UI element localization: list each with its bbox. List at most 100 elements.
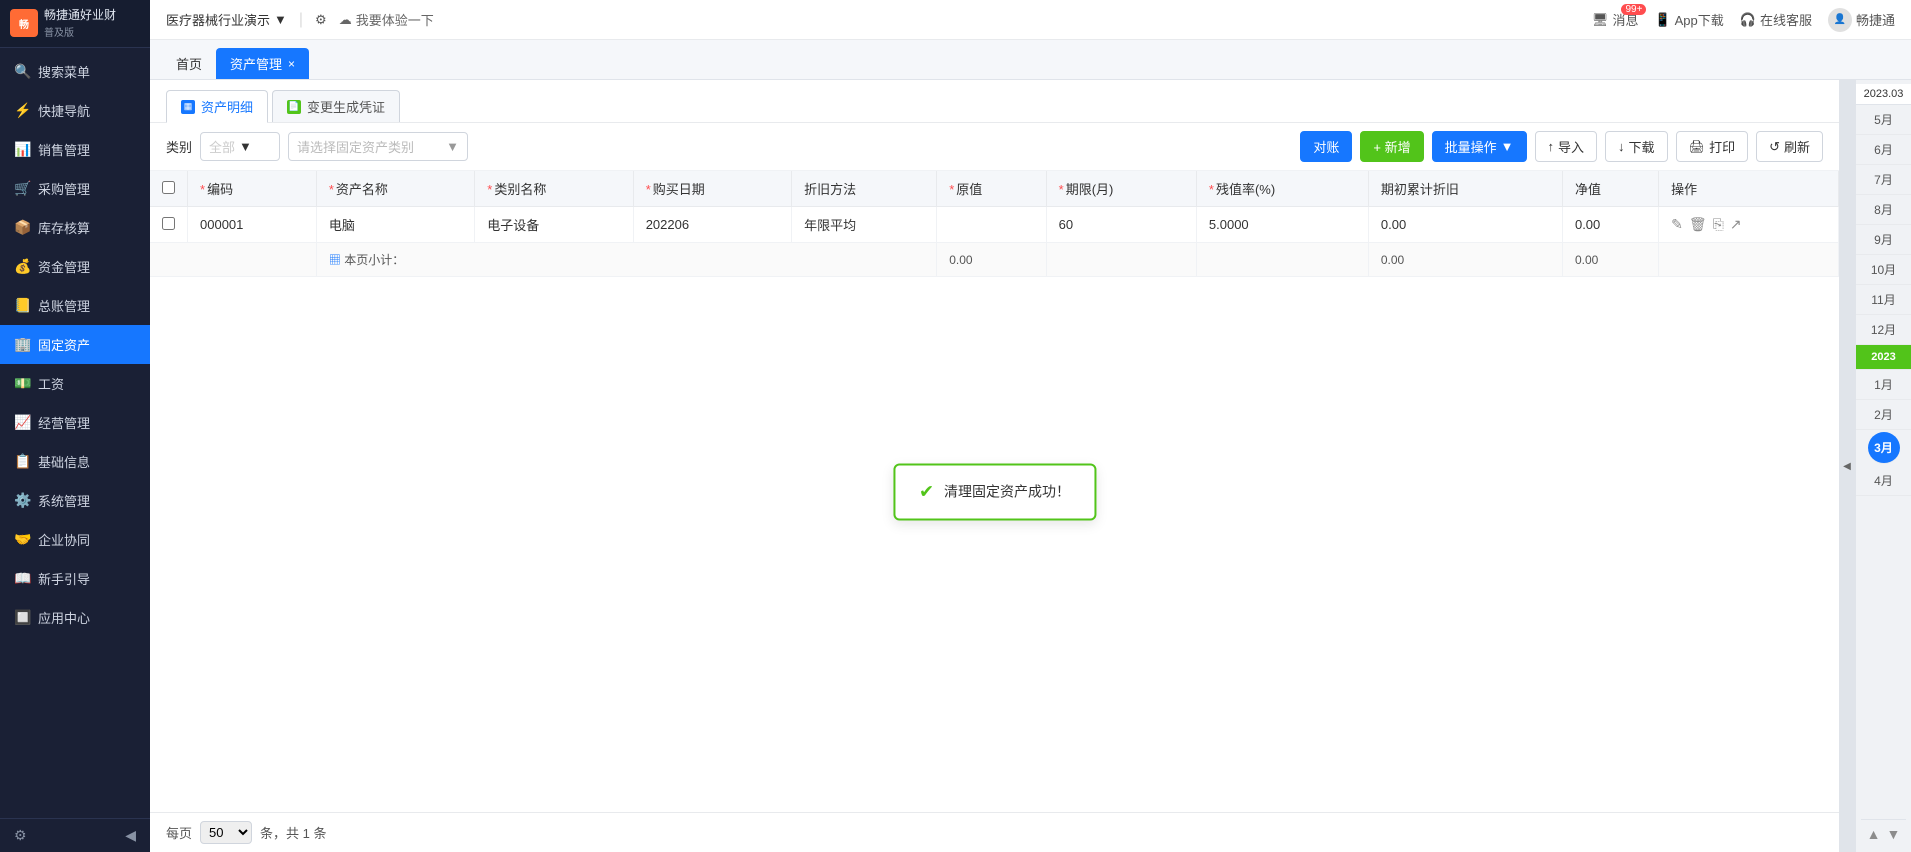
row-original-value <box>937 207 1046 243</box>
cal-month-1月[interactable]: 1月 <box>1856 370 1911 400</box>
row-purchase-date: 202206 <box>633 207 791 243</box>
cal-up-icon[interactable]: ▲ <box>1867 826 1881 842</box>
new-button[interactable]: + 新增 <box>1360 131 1423 162</box>
sidebar-item-sales[interactable]: 📊销售管理 <box>0 130 150 169</box>
category-filter-select[interactable]: 全部 ▼ <box>200 132 280 161</box>
copy-row-button[interactable]: ⎘ <box>1713 216 1724 233</box>
sidebar-nav: 🔍搜索菜单 ⚡ 快捷导航 📊销售管理🛒采购管理 📦 库存核算 💰资金管理📒总账管理🏢固定资产… <box>0 48 150 818</box>
edit-row-button[interactable]: ✎ <box>1671 216 1683 233</box>
calendar-bottom: ▲ ▼ <box>1861 819 1907 848</box>
search-dropdown-icon: ▼ <box>446 139 459 154</box>
voucher-icon: 📄 <box>287 100 301 114</box>
sidebar-label-search: 搜索菜单 <box>38 62 90 81</box>
toast-success-icon: ✔ <box>919 481 934 502</box>
delete-row-button[interactable]: 🗑 <box>1689 216 1707 233</box>
cal-month-6月[interactable]: 6月 <box>1856 135 1911 165</box>
settings-action[interactable]: ⚙ <box>315 12 327 28</box>
sidebar-item-fixed-assets[interactable]: 🏢固定资产 <box>0 325 150 364</box>
batch-button[interactable]: 批量操作 ▼ <box>1432 131 1527 162</box>
app-download-action[interactable]: 📱 App下载 <box>1654 10 1723 29</box>
company-selector[interactable]: 医疗器械行业演示 ▼ <box>166 10 287 29</box>
select-all-checkbox[interactable] <box>162 181 175 194</box>
sidebar-item-guide[interactable]: 📖新手引导 <box>0 559 150 598</box>
assets-table: *编码 *资产名称 *类别名称 *购买日期 折旧方法 *原值 *期限(月) *残… <box>150 171 1839 277</box>
inventory-icon: 📦 <box>14 219 30 236</box>
guide-icon: 📖 <box>14 570 30 587</box>
right-panel: 2023.03 5月6月7月8月9月10月11月12月20231月2月3月4月 … <box>1855 80 1911 852</box>
cal-month-9月[interactable]: 9月 <box>1856 225 1911 255</box>
tab-home[interactable]: 首页 <box>166 48 212 79</box>
sidebar-label-enterprise: 企业协同 <box>38 530 90 549</box>
panel-toggle[interactable]: ◀ <box>1839 80 1855 852</box>
customer-service-label: 在线客服 <box>1760 10 1812 29</box>
th-initial-depreciation: 期初累计折旧 <box>1368 171 1562 207</box>
category-search-input[interactable]: 请选择固定资产类别 ▼ <box>288 132 468 161</box>
category-dropdown-icon: ▼ <box>239 139 252 154</box>
import-icon: ↑ <box>1548 139 1555 154</box>
message-action[interactable]: 🖥 消息 99+ <box>1592 10 1639 29</box>
cal-month-2月[interactable]: 2月 <box>1856 400 1911 430</box>
sidebar-item-payroll[interactable]: 💵工资 <box>0 364 150 403</box>
subtotal-empty <box>150 243 316 277</box>
tabbar: 首页 资产管理 × <box>150 40 1911 80</box>
th-code: *编码 <box>188 171 317 207</box>
sidebar-item-inventory[interactable]: 📦 库存核算 <box>0 208 150 247</box>
sidebar-item-quick-nav[interactable]: ⚡ 快捷导航 <box>0 91 150 130</box>
sidebar-item-purchase[interactable]: 🛒采购管理 <box>0 169 150 208</box>
tab-close-icon[interactable]: × <box>288 57 295 71</box>
sidebar-item-app-center[interactable]: 🔲应用中心 <box>0 598 150 637</box>
subtotal-actions <box>1659 243 1839 277</box>
print-button[interactable]: 🖨 打印 <box>1676 131 1749 162</box>
table-header-row: *编码 *资产名称 *类别名称 *购买日期 折旧方法 *原值 *期限(月) *残… <box>150 171 1839 207</box>
cal-month-8月[interactable]: 8月 <box>1856 195 1911 225</box>
sidebar-item-search[interactable]: 🔍搜索菜单 <box>0 52 150 91</box>
quick-nav-icon: ⚡ <box>14 102 30 119</box>
more-row-button[interactable]: ↗ <box>1730 216 1742 233</box>
experience-icon: ☁ <box>339 12 352 28</box>
settings-icon[interactable]: ⚙ <box>14 827 27 844</box>
cal-month-7月[interactable]: 7月 <box>1856 165 1911 195</box>
row-checkbox[interactable] <box>162 217 175 230</box>
cal-month-10月[interactable]: 10月 <box>1856 255 1911 285</box>
sidebar-item-operations[interactable]: 📈经营管理 <box>0 403 150 442</box>
sidebar-item-basic-info[interactable]: 📋基础信息 <box>0 442 150 481</box>
sidebar-item-system[interactable]: ⚙️系统管理 <box>0 481 150 520</box>
experience-btn[interactable]: ☁ 我要体验一下 <box>339 10 434 29</box>
sidebar: 畅 畅捷通好业财 普及版 🔍搜索菜单 ⚡ 快捷导航 📊销售管理🛒采购管理 📦 库存核算 💰资… <box>0 0 150 852</box>
sub-tab-asset-detail[interactable]: ▦ 资产明细 <box>166 90 268 123</box>
headset-icon: 🎧 <box>1740 12 1756 28</box>
cal-down-icon[interactable]: ▼ <box>1887 826 1901 842</box>
sidebar-label-payroll: 工资 <box>38 374 64 393</box>
user-action[interactable]: 👤 畅捷通 <box>1828 8 1895 32</box>
collapse-icon[interactable]: ◀ <box>125 827 136 844</box>
cal-month-4[interactable]: 4月 <box>1856 466 1911 496</box>
cal-month-12月[interactable]: 12月 <box>1856 315 1911 345</box>
th-name: *资产名称 <box>316 171 474 207</box>
sidebar-item-funds[interactable]: 💰资金管理 <box>0 247 150 286</box>
import-button[interactable]: ↑ 导入 <box>1535 131 1598 162</box>
subtotal-net: 0.00 <box>1562 243 1658 277</box>
subtotal-row: ▦ 本页小计： 0.00 0.00 0.00 <box>150 243 1839 277</box>
sidebar-item-enterprise[interactable]: 🤝企业协同 <box>0 520 150 559</box>
cal-active-month[interactable]: 3月 <box>1868 432 1900 464</box>
topbar: 医疗器械行业演示 ▼ | ⚙ ☁ 我要体验一下 🖥 消息 99+ 📱 App下载… <box>150 0 1911 40</box>
reconcile-button[interactable]: 对账 <box>1300 131 1352 162</box>
sub-tab-voucher[interactable]: 📄 变更生成凭证 <box>272 90 400 122</box>
sidebar-item-ledger[interactable]: 📒总账管理 <box>0 286 150 325</box>
app-title-group: 畅捷通好业财 普及版 <box>44 8 116 39</box>
sidebar-header: 畅 畅捷通好业财 普及版 <box>0 0 150 48</box>
refresh-button[interactable]: ↺ 刷新 <box>1756 131 1823 162</box>
row-checkbox-cell <box>150 207 188 243</box>
sidebar-label-inventory: 库存核算 <box>38 218 90 237</box>
th-purchase-date: *购买日期 <box>633 171 791 207</box>
page-size-select[interactable]: 50 100 200 <box>200 821 252 844</box>
th-checkbox <box>150 171 188 207</box>
tab-asset-management[interactable]: 资产管理 × <box>216 48 309 79</box>
sub-tabs: ▦ 资产明细 📄 变更生成凭证 <box>150 80 1839 123</box>
cal-month-11月[interactable]: 11月 <box>1856 285 1911 315</box>
customer-service-action[interactable]: 🎧 在线客服 <box>1740 10 1812 29</box>
sidebar-label-quick-nav: 快捷导航 <box>38 101 90 120</box>
cal-month-5月[interactable]: 5月 <box>1856 105 1911 135</box>
pagination: 每页 50 100 200 条，共 1 条 <box>150 812 1839 852</box>
download-button[interactable]: ↓ 下载 <box>1605 131 1668 162</box>
